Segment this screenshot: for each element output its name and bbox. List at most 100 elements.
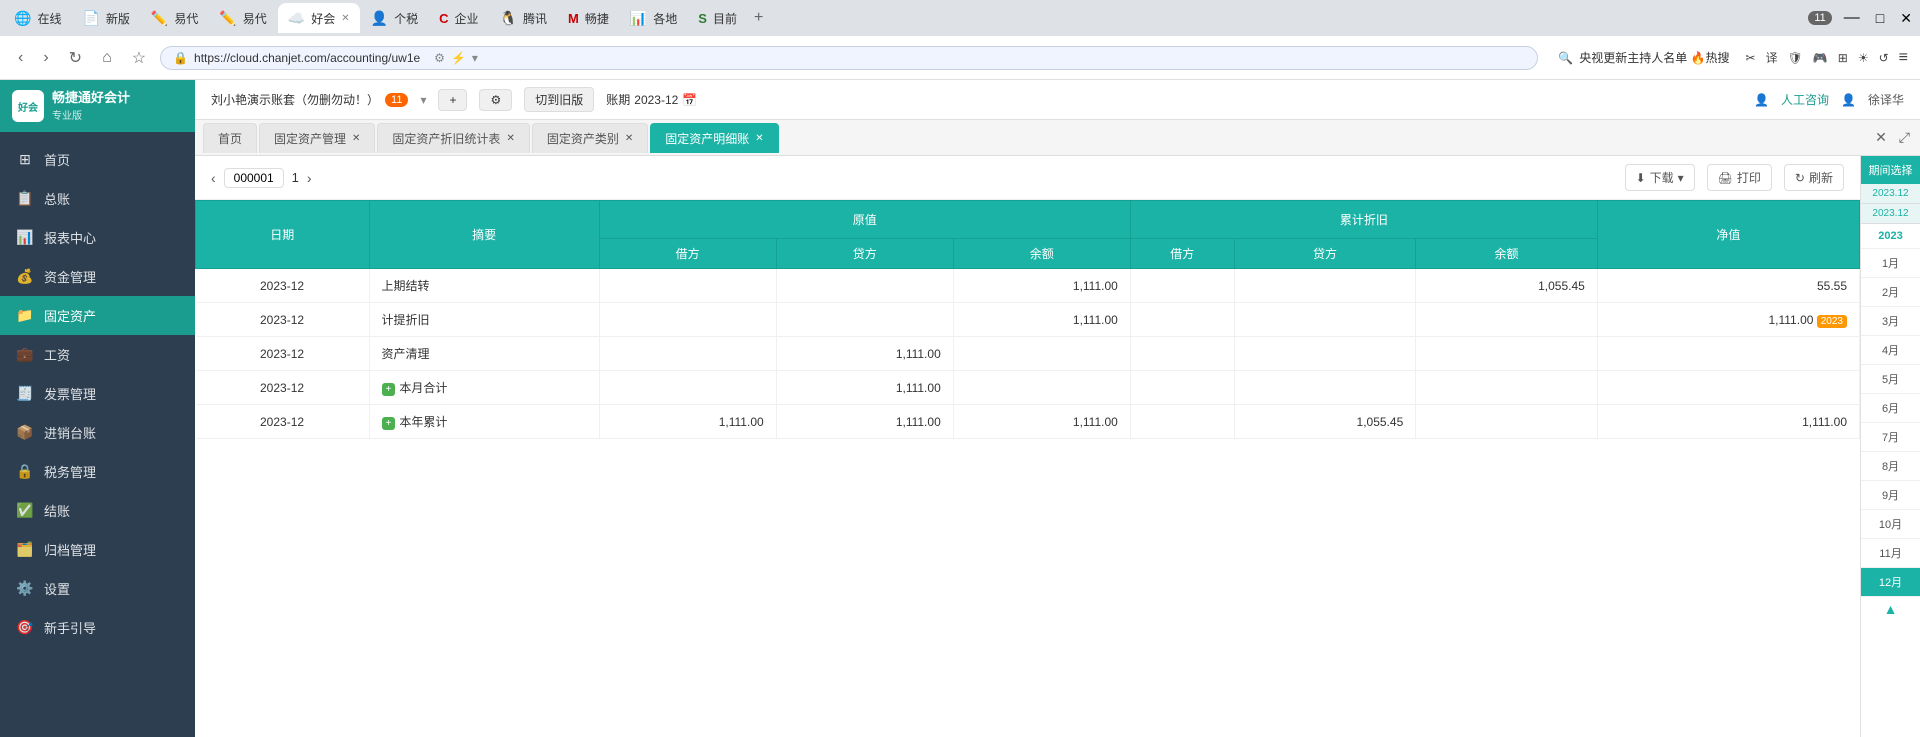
tab-badge: 11 — [1808, 11, 1831, 25]
scroll-up-icon[interactable]: ▲ — [1884, 601, 1898, 617]
back-button[interactable]: ‹ — [12, 47, 29, 69]
page-number-input[interactable] — [224, 168, 284, 188]
period-month-9[interactable]: 9月 — [1861, 481, 1920, 510]
page-tab-depreciation-stats[interactable]: 固定资产折旧统计表 ✕ — [377, 123, 529, 153]
add-account-button[interactable]: + — [438, 89, 467, 111]
period-month-4[interactable]: 4月 — [1861, 336, 1920, 365]
close-window-icon[interactable]: ✕ — [1896, 10, 1916, 27]
browser-tab-muqian[interactable]: S 目前 — [688, 3, 747, 33]
translate-icon[interactable]: 译 — [1766, 49, 1778, 66]
sidebar-item-funds[interactable]: 💰 资金管理 — [0, 257, 195, 296]
sidebar-item-settings[interactable]: ⚙️ 设置 — [0, 569, 195, 608]
refresh-button[interactable]: ↻ 刷新 — [1784, 164, 1844, 191]
tax-icon: 🔒 — [16, 463, 34, 480]
browser-tab-gedi[interactable]: 📊 各地 — [620, 3, 687, 33]
menu-icon[interactable]: ≡ — [1899, 49, 1908, 67]
forward-button[interactable]: › — [37, 47, 54, 69]
sidebar-item-label: 发票管理 — [44, 384, 96, 403]
sidebar-item-guide[interactable]: 🎯 新手引导 — [0, 608, 195, 647]
browser-tab-online[interactable]: 🌐 在线 — [4, 3, 71, 33]
calendar-icon[interactable]: 📅 — [682, 93, 697, 107]
col-dep-credit: 贷方 — [1234, 239, 1416, 269]
sidebar-item-archive[interactable]: 🗂️ 归档管理 — [0, 530, 195, 569]
tab-close-icon[interactable]: ✕ — [352, 133, 360, 144]
refresh-icon: ↻ — [1795, 171, 1805, 185]
dropdown-icon[interactable]: ▾ — [472, 51, 478, 65]
period-month-12[interactable]: 12月 — [1861, 568, 1920, 597]
expand-tab-button[interactable]: ⤢ — [1897, 127, 1912, 148]
settings-button[interactable]: ⚙ — [479, 89, 512, 111]
sidebar-item-fixed-assets[interactable]: 📁 固定资产 — [0, 296, 195, 335]
sidebar-header: 好会 畅捷通好会计 专业版 — [0, 80, 195, 132]
sidebar-item-purchase-sales[interactable]: 📦 进销台账 — [0, 413, 195, 452]
settings-icon[interactable]: ⚙ — [434, 51, 445, 65]
browser-tab-qiye[interactable]: C 企业 — [429, 3, 488, 33]
tab-close-icon[interactable]: ✕ — [506, 133, 514, 144]
period-month-7[interactable]: 7月 — [1861, 423, 1920, 452]
print-button[interactable]: 🖨 打印 — [1707, 164, 1772, 191]
tab-label: 易代 — [174, 10, 198, 27]
sidebar-item-invoice[interactable]: 🧾 发票管理 — [0, 374, 195, 413]
period-month-11[interactable]: 11月 — [1861, 539, 1920, 568]
tab-close-icon[interactable]: ✕ — [625, 133, 633, 144]
sidebar-item-home[interactable]: ⊞ 首页 — [0, 140, 195, 179]
period-month-8[interactable]: 8月 — [1861, 452, 1920, 481]
help-label[interactable]: 人工咨询 — [1781, 91, 1829, 108]
search-bar[interactable]: 🔍 央视更新主持人名单 🔥热搜 — [1558, 49, 1729, 66]
prev-page-button[interactable]: ‹ — [211, 170, 216, 186]
payroll-icon: 💼 — [16, 346, 34, 363]
scissors-icon[interactable]: ✂ — [1746, 51, 1756, 65]
page-tab-assets-mgmt[interactable]: 固定资产管理 ✕ — [259, 123, 375, 153]
cell-summary: +本年累计 — [369, 405, 599, 439]
period-month-1[interactable]: 1月 — [1861, 249, 1920, 278]
page-tab-assets-category[interactable]: 固定资产类别 ✕ — [532, 123, 648, 153]
tab-close-icon[interactable]: ✕ — [341, 13, 349, 24]
period-month-2[interactable]: 2月 — [1861, 278, 1920, 307]
browser-tab-geshui[interactable]: 👤 个税 — [361, 3, 428, 33]
col-dep-balance: 余额 — [1416, 239, 1598, 269]
sun-icon[interactable]: ☀ — [1858, 51, 1869, 65]
sidebar-item-reports[interactable]: 📊 报表中心 — [0, 218, 195, 257]
close-tab-button[interactable]: ✕ — [1873, 127, 1889, 148]
grid-icon[interactable]: ⊞ — [1838, 51, 1848, 65]
period-month-5[interactable]: 5月 — [1861, 365, 1920, 394]
sidebar-item-tax[interactable]: 🔒 税务管理 — [0, 452, 195, 491]
page-tab-assets-detail[interactable]: 固定资产明细账 ✕ — [650, 123, 778, 153]
period-year[interactable]: 2023 — [1861, 224, 1920, 249]
sidebar-item-label: 报表中心 — [44, 228, 96, 247]
switch-version-button[interactable]: 切到旧版 — [524, 87, 594, 112]
new-tab-button[interactable]: + — [748, 9, 769, 27]
sidebar-item-payroll[interactable]: 💼 工资 — [0, 335, 195, 374]
game-icon[interactable]: 🎮 — [1813, 51, 1828, 65]
page-tab-home[interactable]: 首页 — [203, 123, 257, 153]
account-dropdown-icon[interactable]: ▾ — [420, 93, 426, 107]
cell-original-debit — [599, 269, 776, 303]
period-month-10[interactable]: 10月 — [1861, 510, 1920, 539]
col-original-credit: 贷方 — [776, 239, 953, 269]
browser-tab-changjie[interactable]: M 畅捷 — [558, 3, 619, 33]
tab-label: 固定资产管理 — [274, 130, 346, 147]
browser-tab-yidai2[interactable]: ✏️ 易代 — [209, 3, 276, 33]
user-label[interactable]: 徐译华 — [1868, 91, 1904, 108]
browser-tab-yidai1[interactable]: ✏️ 易代 — [141, 3, 208, 33]
bookmark-button[interactable]: ☆ — [126, 46, 152, 70]
sidebar-item-close[interactable]: ✅ 结账 — [0, 491, 195, 530]
lightning-icon[interactable]: ⚡ — [451, 51, 466, 65]
history-icon[interactable]: ↺ — [1879, 51, 1889, 65]
browser-tab-tengxun[interactable]: 🐧 腾讯 — [490, 3, 557, 33]
period-month-3[interactable]: 3月 — [1861, 307, 1920, 336]
maximize-icon[interactable]: □ — [1872, 10, 1888, 26]
refresh-button[interactable]: ↻ — [63, 46, 88, 70]
minimize-icon[interactable]: — — [1840, 9, 1864, 27]
sidebar-item-general-ledger[interactable]: 📋 总账 — [0, 179, 195, 218]
period-month-6[interactable]: 6月 — [1861, 394, 1920, 423]
home-button[interactable]: ⌂ — [96, 47, 118, 69]
next-page-button[interactable]: › — [307, 170, 312, 186]
shield-icon[interactable]: 🛡 — [1788, 51, 1803, 65]
browser-tab-new[interactable]: 📄 新版 — [72, 3, 139, 33]
address-bar[interactable]: 🔒 https://cloud.chanjet.com/accounting/u… — [160, 46, 1538, 70]
download-button[interactable]: ⬇ 下载 ▾ — [1625, 164, 1695, 191]
period-panel-header: 期间选择 — [1861, 156, 1920, 184]
browser-tab-haokuai[interactable]: ☁️ 好会 ✕ — [278, 3, 360, 33]
tab-close-icon[interactable]: ✕ — [755, 133, 763, 144]
